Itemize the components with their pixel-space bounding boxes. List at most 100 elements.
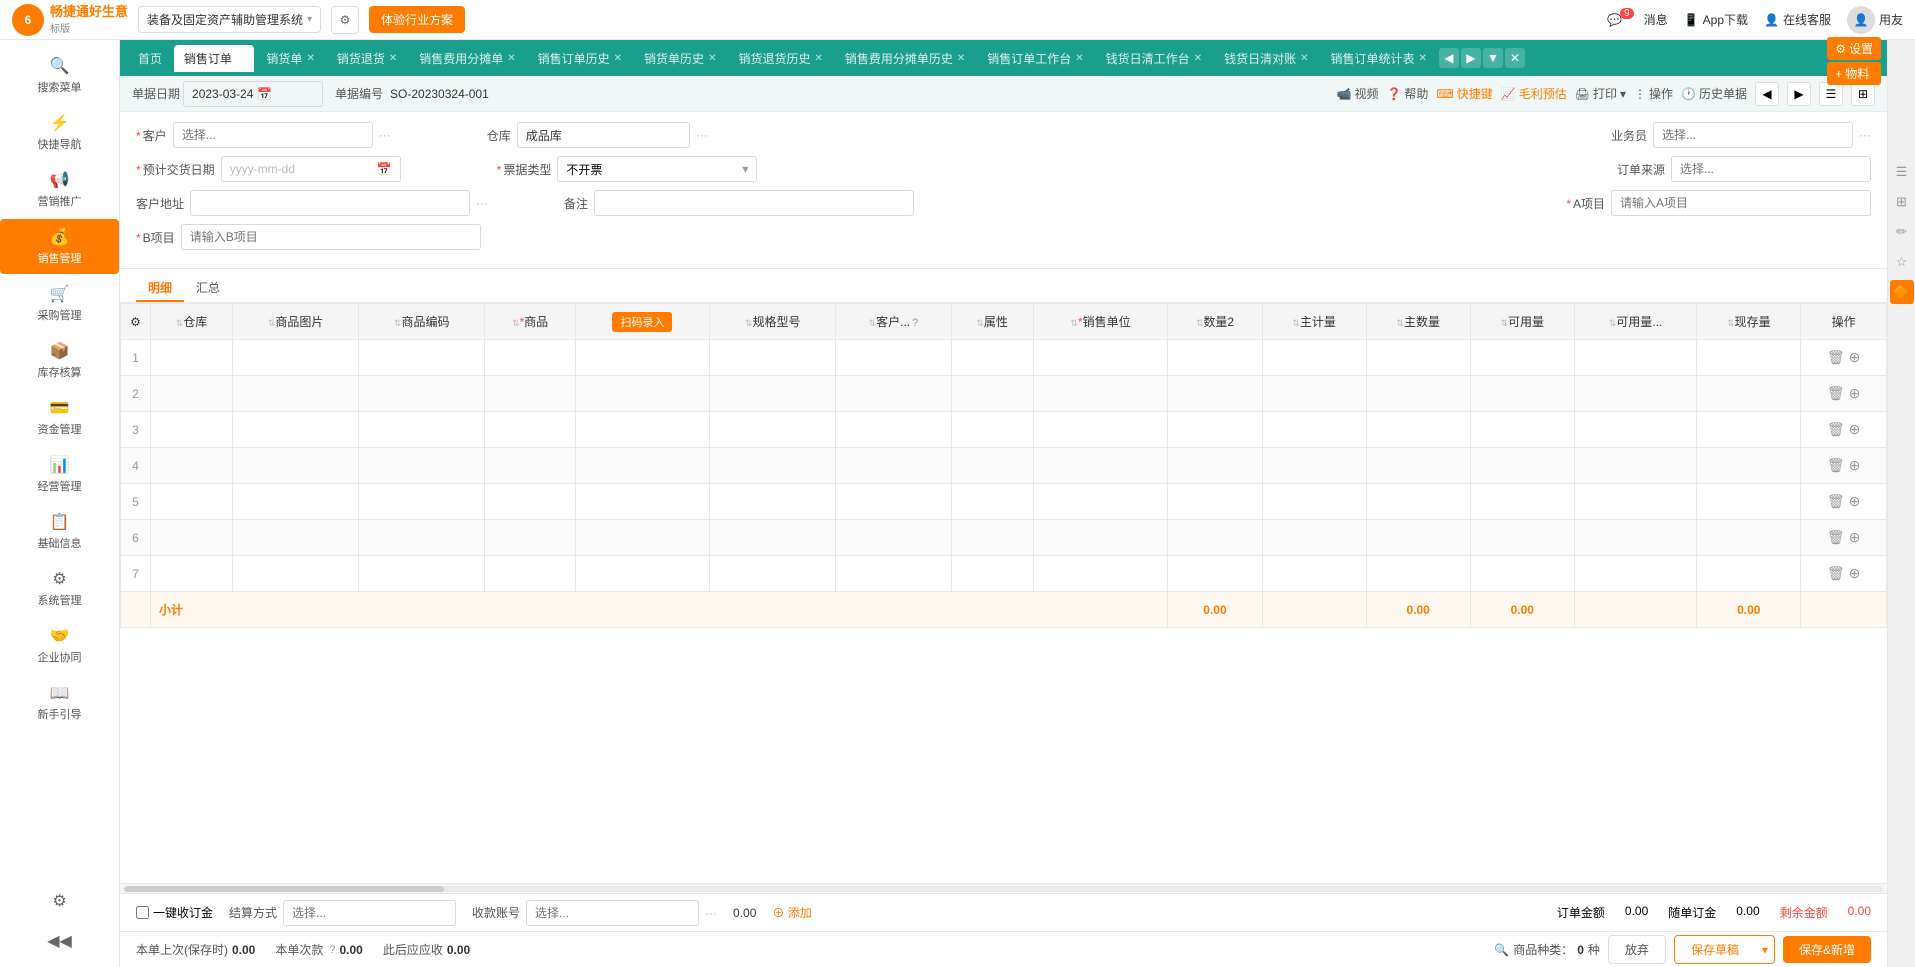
row-7-spec[interactable] [710, 556, 836, 592]
row-7-qty2[interactable] [1168, 556, 1262, 592]
row-3-unit[interactable] [1033, 412, 1168, 448]
row-5-customer-code[interactable] [836, 484, 951, 520]
tab-sales-invoice[interactable]: 销货单 ✕ [256, 45, 324, 72]
tab-expense-history[interactable]: 销售费用分摊单历史 ✕ [835, 45, 975, 72]
row-5-spec[interactable] [710, 484, 836, 520]
user-area[interactable]: 👤 用友 [1847, 6, 1903, 34]
delete-icon-4[interactable]: 🗑 [1827, 457, 1845, 474]
row-5-attribute[interactable] [951, 484, 1033, 520]
row-2-main-unit[interactable] [1262, 376, 1366, 412]
copy-icon-1[interactable]: ⊕ [1849, 349, 1861, 366]
row-6-main-unit[interactable] [1262, 520, 1366, 556]
row-6-available1[interactable] [1470, 520, 1574, 556]
row-1-unit[interactable] [1033, 340, 1168, 376]
copy-icon-7[interactable]: ⊕ [1849, 565, 1861, 582]
row-6-code[interactable] [359, 520, 485, 556]
sidebar-item-operations[interactable]: 📊 经营管理 [0, 447, 119, 502]
tab-sales-order-history[interactable]: 销售订单历史 ✕ [528, 45, 632, 72]
row-1-code[interactable] [359, 340, 485, 376]
row-1-available2[interactable] [1574, 340, 1696, 376]
row-4-main-unit[interactable] [1262, 448, 1366, 484]
tab-sales-return[interactable]: 销货退货 ✕ [327, 45, 407, 72]
save-new-button[interactable]: 保存&新增 [1783, 936, 1871, 963]
tab-next-button[interactable]: ▶ [1461, 48, 1481, 68]
order-source-input[interactable] [1671, 156, 1871, 182]
customer-more-icon[interactable]: ··· [379, 128, 391, 142]
scrollbar-thumb[interactable] [124, 886, 444, 892]
row-6-warehouse[interactable] [151, 520, 233, 556]
delete-icon-3[interactable]: 🗑 [1827, 421, 1845, 438]
row-5-code[interactable] [359, 484, 485, 520]
row-4-image[interactable] [232, 448, 358, 484]
row-3-stock[interactable] [1697, 412, 1801, 448]
account-input[interactable] [526, 900, 699, 926]
row-7-main-unit[interactable] [1262, 556, 1366, 592]
row-7-available1[interactable] [1470, 556, 1574, 592]
row-3-main-unit[interactable] [1262, 412, 1366, 448]
copy-icon-6[interactable]: ⊕ [1849, 529, 1861, 546]
tab-summary[interactable]: 汇总 [184, 275, 232, 302]
row-4-stock[interactable] [1697, 448, 1801, 484]
tab-close-icon[interactable]: ✕ [1075, 53, 1083, 64]
staff-more-icon[interactable]: ··· [1859, 128, 1871, 142]
row-5-product[interactable] [485, 484, 576, 520]
row-6-qty2[interactable] [1168, 520, 1262, 556]
copy-icon-4[interactable]: ⊕ [1849, 457, 1861, 474]
row-5-available2[interactable] [1574, 484, 1696, 520]
row-6-attribute[interactable] [951, 520, 1033, 556]
tab-close-icon[interactable]: ✕ [236, 53, 244, 64]
copy-icon-2[interactable]: ⊕ [1849, 385, 1861, 402]
row-7-main-qty[interactable] [1366, 556, 1470, 592]
row-1-main-unit[interactable] [1262, 340, 1366, 376]
row-6-main-qty[interactable] [1366, 520, 1470, 556]
history-button[interactable]: 🕐 历史单据 [1681, 85, 1747, 102]
row-1-main-qty[interactable] [1366, 340, 1470, 376]
b-project-input[interactable] [181, 224, 481, 250]
help-button[interactable]: ❓ 帮助 [1386, 85, 1428, 102]
staff-input[interactable] [1653, 122, 1853, 148]
row-2-qty2[interactable] [1168, 376, 1262, 412]
sidebar-item-marketing[interactable]: 📢 营销推广 [0, 162, 119, 217]
delete-icon-1[interactable]: 🗑 [1827, 349, 1845, 366]
tab-close-icon[interactable]: ✕ [1419, 53, 1427, 64]
row-7-product[interactable] [485, 556, 576, 592]
row-2-unit[interactable] [1033, 376, 1168, 412]
tab-sales-expense[interactable]: 销售费用分摊单 ✕ [409, 45, 525, 72]
row-4-product[interactable] [485, 448, 576, 484]
next-record-button[interactable]: ▶ [1787, 82, 1811, 106]
float-icon-3[interactable]: ✏ [1890, 220, 1914, 244]
row-7-available2[interactable] [1574, 556, 1696, 592]
copy-icon-5[interactable]: ⊕ [1849, 493, 1861, 510]
row-3-image[interactable] [232, 412, 358, 448]
row-2-product[interactable] [485, 376, 576, 412]
tab-close-icon[interactable]: ✕ [389, 53, 397, 64]
sidebar-item-basics[interactable]: 📋 基础信息 [0, 504, 119, 559]
tab-close-icon[interactable]: ✕ [814, 53, 822, 64]
tab-close-icon[interactable]: ✕ [507, 53, 515, 64]
view-button[interactable]: 📹 视频 [1336, 85, 1378, 102]
customer-address-input[interactable] [190, 190, 470, 216]
sidebar-item-quick[interactable]: ⚡ 快捷导航 [0, 105, 119, 160]
row-7-image[interactable] [232, 556, 358, 592]
row-6-unit[interactable] [1033, 520, 1168, 556]
tab-order-summary[interactable]: 销售订单统计表 ✕ [1320, 45, 1436, 72]
tab-detail[interactable]: 明细 [136, 275, 184, 302]
delivery-date-input[interactable]: yyyy-mm-dd 📅 [221, 156, 401, 182]
tab-close-all-button[interactable]: ✕ [1505, 48, 1525, 68]
row-4-unit[interactable] [1033, 448, 1168, 484]
row-2-warehouse[interactable] [151, 376, 233, 412]
row-6-customer-code[interactable] [836, 520, 951, 556]
account-more-icon[interactable]: ··· [705, 906, 717, 920]
row-3-spec[interactable] [710, 412, 836, 448]
profit-button[interactable]: 📈 毛利预估 [1501, 85, 1567, 102]
row-3-available1[interactable] [1470, 412, 1574, 448]
row-4-code[interactable] [359, 448, 485, 484]
print-button[interactable]: 🖨 打印 ▾ [1575, 85, 1626, 102]
prev-record-button[interactable]: ◀ [1755, 82, 1779, 106]
row-6-product[interactable] [485, 520, 576, 556]
tab-order-workbench[interactable]: 销售订单工作台 ✕ [977, 45, 1093, 72]
row-5-main-unit[interactable] [1262, 484, 1366, 520]
sidebar-item-inventory[interactable]: 📦 库存核算 [0, 333, 119, 388]
tab-daily-reconcile[interactable]: 钱货日清对账 ✕ [1214, 45, 1318, 72]
shortcut-button[interactable]: ⌨ 快捷键 [1436, 85, 1492, 102]
